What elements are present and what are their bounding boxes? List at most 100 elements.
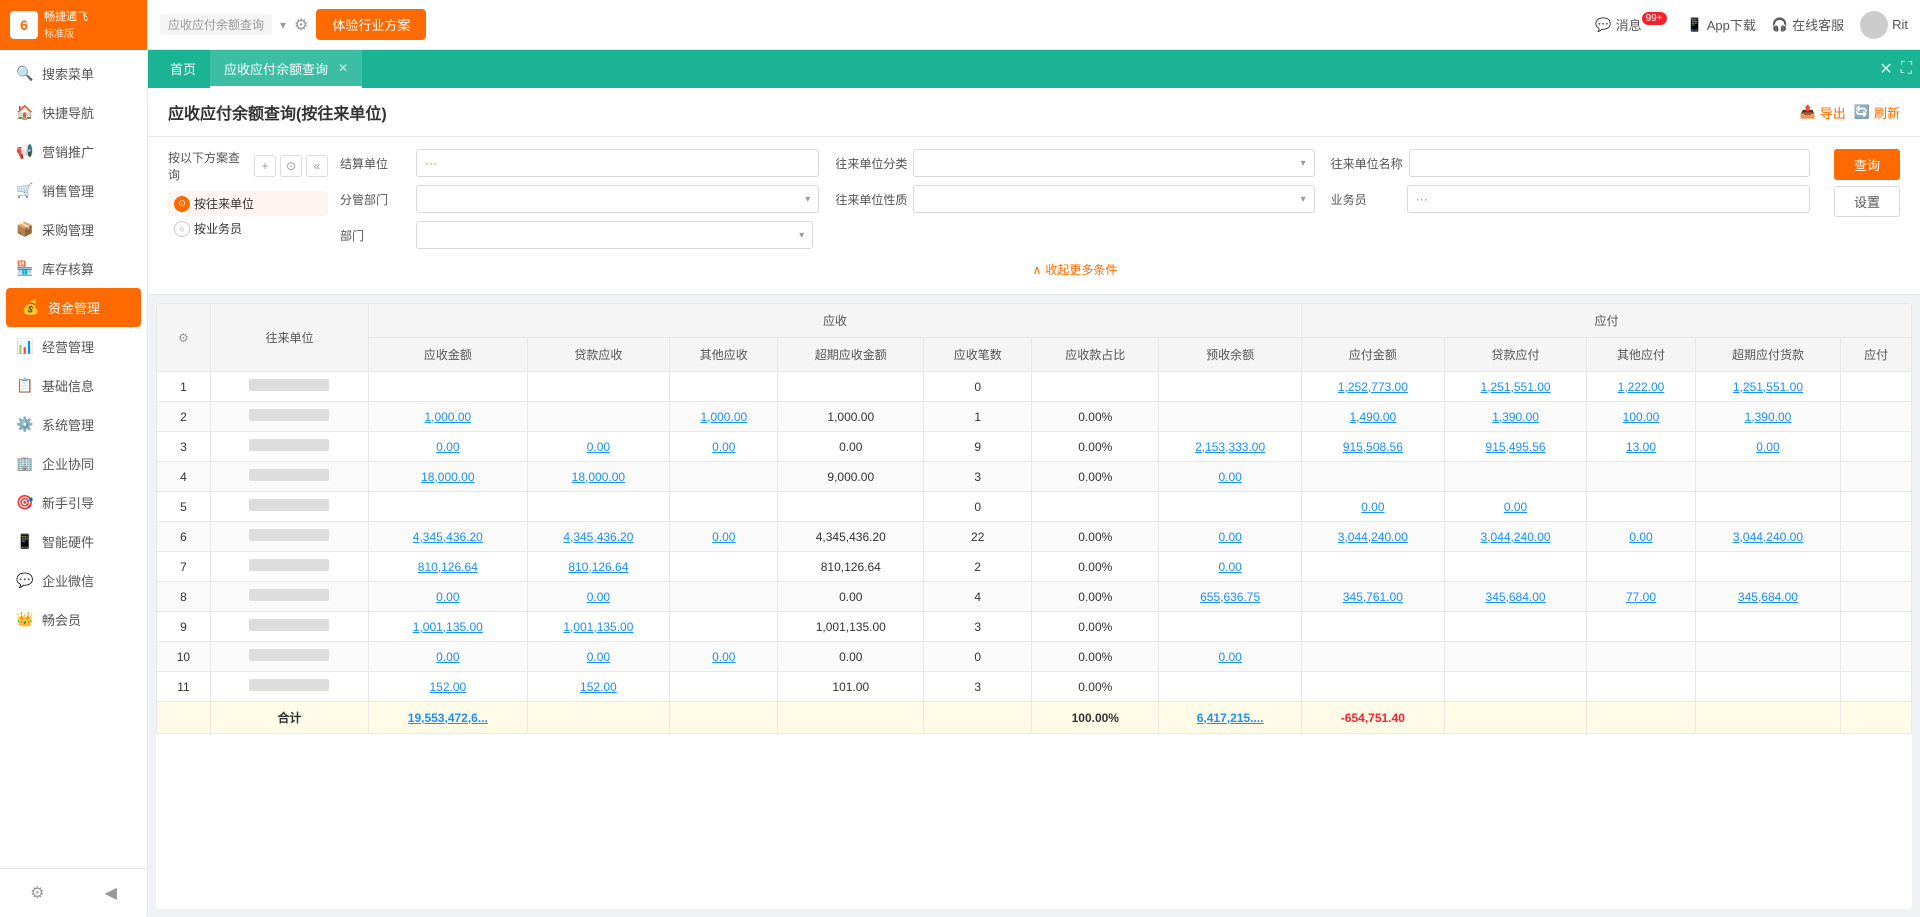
tabbar-close-btn[interactable]: ✕ bbox=[1879, 59, 1892, 79]
partner-nature-input[interactable]: ▾ bbox=[913, 185, 1314, 213]
salesperson-input[interactable]: ··· bbox=[1407, 185, 1810, 213]
sidebar-item-sales[interactable]: 🛒 销售管理 bbox=[0, 171, 147, 210]
scheme-add-btn[interactable]: + bbox=[254, 155, 276, 177]
th-overdue-ar: 超期应收金额 bbox=[778, 338, 924, 372]
sidebar-item-quick-nav[interactable]: 🏠 快捷导航 bbox=[0, 93, 147, 132]
sidebar-collapse-btn[interactable]: ◀ bbox=[95, 877, 127, 909]
page-actions: 📤 导出 🔄 刷新 bbox=[1800, 103, 1900, 122]
scheme-collapse-btn[interactable]: « bbox=[306, 155, 328, 177]
scheme-list: ⊙ 按往来单位 ○ 按业务员 bbox=[168, 191, 328, 241]
sales-icon: 🛒 bbox=[16, 182, 34, 200]
tabbar-right: ✕ ⛶ bbox=[1879, 50, 1912, 88]
dept-label: 部门 bbox=[340, 227, 410, 244]
sidebar-item-newbie[interactable]: 🎯 新手引导 bbox=[0, 483, 147, 522]
field-settlement-unit: 结算单位 ··· bbox=[340, 149, 819, 177]
corp-collab-icon: 🏢 bbox=[16, 455, 34, 473]
footer-ar-ratio: 100.00% bbox=[1032, 702, 1159, 734]
sidebar-item-purchase[interactable]: 📦 采购管理 bbox=[0, 210, 147, 249]
field-partner-category: 往来单位分类 ▾ bbox=[835, 149, 1314, 177]
message-icon: 💬 bbox=[1595, 17, 1611, 33]
tab-close-icon[interactable]: ✕ bbox=[338, 61, 348, 75]
sidebar-item-base-info[interactable]: 📋 基础信息 bbox=[0, 366, 147, 405]
topbar-user[interactable]: Rit bbox=[1860, 11, 1908, 39]
footer-overdue-ap bbox=[1695, 702, 1841, 734]
dept-manage-label: 分管部门 bbox=[340, 191, 410, 208]
logo-icon: 6 bbox=[10, 11, 38, 39]
topbar-app-download[interactable]: 📱 App下载 bbox=[1687, 15, 1756, 34]
partner-cell bbox=[210, 522, 368, 552]
partner-category-input[interactable]: ▾ bbox=[913, 149, 1314, 177]
dept-arrow: ▾ bbox=[799, 230, 804, 241]
topbar-message[interactable]: 💬 消息 99+ bbox=[1595, 15, 1670, 34]
settlement-unit-dots: ··· bbox=[425, 156, 437, 170]
app-download-icon: 📱 bbox=[1687, 17, 1703, 33]
sidebar-item-smart-hw[interactable]: 📱 智能硬件 bbox=[0, 522, 147, 561]
purchase-icon: 📦 bbox=[16, 221, 34, 239]
th-loan-ap: 贷款应付 bbox=[1444, 338, 1587, 372]
scheme-settings-btn[interactable]: ⊙ bbox=[280, 155, 302, 177]
scheme-buttons: + ⊙ « bbox=[254, 155, 328, 177]
sidebar-settings-btn[interactable]: ⚙ bbox=[20, 877, 54, 909]
partner-cell bbox=[210, 372, 368, 402]
th-other-ap: 其他应付 bbox=[1587, 338, 1695, 372]
salesperson-label: 业务员 bbox=[1331, 191, 1401, 208]
collapse-button[interactable]: ∧ 收起更多条件 bbox=[1033, 261, 1118, 278]
topbar-gear-icon[interactable]: ⚙ bbox=[294, 15, 308, 35]
tab-home-label: 首页 bbox=[170, 59, 196, 78]
tab-ar-query[interactable]: 应收应付余额查询 ✕ bbox=[210, 50, 362, 88]
partner-name-input[interactable] bbox=[1409, 149, 1810, 177]
partner-cell bbox=[210, 672, 368, 702]
sidebar-item-search-menu[interactable]: 🔍 搜索菜单 bbox=[0, 54, 147, 93]
scheme-item-partner[interactable]: ⊙ 按往来单位 bbox=[168, 191, 328, 216]
tabbar-expand-btn[interactable]: ⛶ bbox=[1901, 60, 1912, 78]
footer-empty bbox=[157, 702, 211, 734]
footer-other-ar bbox=[670, 702, 778, 734]
th-ap-amount: 应付金额 bbox=[1301, 338, 1444, 372]
field-partner-nature: 往来单位性质 ▾ bbox=[835, 185, 1314, 213]
sidebar-item-marketing[interactable]: 📢 营销推广 bbox=[0, 132, 147, 171]
footer-other-ap bbox=[1587, 702, 1695, 734]
settlement-unit-input[interactable]: ··· bbox=[416, 149, 819, 177]
tab-home[interactable]: 首页 bbox=[156, 50, 210, 88]
partner-name-label: 往来单位名称 bbox=[1331, 155, 1403, 172]
sidebar-item-corp-wechat[interactable]: 💬 企业微信 bbox=[0, 561, 147, 600]
page-title: 应收应付余额查询(按往来单位) bbox=[168, 100, 387, 124]
salesperson-dots: ··· bbox=[1416, 192, 1428, 206]
partner-cell bbox=[210, 462, 368, 492]
topbar: 应收应付余额查询 ▾ ⚙ 体验行业方案 💬 消息 99+ 📱 App下载 🎧 在… bbox=[148, 0, 1920, 50]
search-row-3: 部门 ▾ bbox=[340, 221, 1810, 249]
sidebar-item-operations[interactable]: 📊 经营管理 bbox=[0, 327, 147, 366]
partner-category-arrow: ▾ bbox=[1301, 158, 1306, 169]
search-left: 按以下方案查询 + ⊙ « ⊙ 按往来单位 ○ 按业务员 bbox=[168, 149, 328, 282]
topbar-service[interactable]: 🎧 在线客服 bbox=[1772, 15, 1844, 34]
refresh-button[interactable]: 🔄 刷新 bbox=[1854, 103, 1900, 122]
footer-ap-amount: -654,751.40 bbox=[1301, 702, 1444, 734]
search-row-2: 分管部门 ▾ 往来单位性质 ▾ 业务员 ··· bbox=[340, 185, 1810, 213]
sidebar-item-member[interactable]: 👑 畅会员 bbox=[0, 600, 147, 639]
sidebar-item-system[interactable]: ⚙️ 系统管理 bbox=[0, 405, 147, 444]
export-button[interactable]: 📤 导出 bbox=[1800, 103, 1846, 122]
topbar-right: 💬 消息 99+ 📱 App下载 🎧 在线客服 Rit bbox=[1595, 11, 1908, 39]
setting-button[interactable]: 设置 bbox=[1834, 186, 1900, 217]
search-form: 结算单位 ··· 往来单位分类 ▾ 往来单位名称 bbox=[340, 149, 1810, 282]
search-menu-icon: 🔍 bbox=[16, 65, 34, 83]
topbar-dropdown-arrow[interactable]: ▾ bbox=[280, 18, 286, 32]
th-ar-ratio: 应收款占比 bbox=[1032, 338, 1159, 372]
table-row: 21,000.001,000.001,000.0010.00%1,490.001… bbox=[157, 402, 1912, 432]
sidebar-item-inventory[interactable]: 🏪 库存核算 bbox=[0, 249, 147, 288]
th-settings-icon[interactable]: ⚙ bbox=[178, 331, 189, 345]
sidebar-item-corp-collab[interactable]: 🏢 企业协同 bbox=[0, 444, 147, 483]
topbar-plan-button[interactable]: 体验行业方案 bbox=[316, 9, 426, 40]
scheme-item-salesperson[interactable]: ○ 按业务员 bbox=[168, 216, 328, 241]
partner-category-label: 往来单位分类 bbox=[835, 155, 907, 172]
field-salesperson: 业务员 ··· bbox=[1331, 185, 1810, 213]
table-row: 80.000.000.0040.00%655,636.75345,761.003… bbox=[157, 582, 1912, 612]
query-button[interactable]: 查询 bbox=[1834, 149, 1900, 180]
table-row: 100.000.000.000.0000.00%0.00 bbox=[157, 642, 1912, 672]
dept-input[interactable]: ▾ bbox=[416, 221, 813, 249]
dept-manage-input[interactable]: ▾ bbox=[416, 185, 819, 213]
message-label: 消息 bbox=[1616, 15, 1642, 34]
sidebar-item-finance[interactable]: 💰 资金管理 bbox=[6, 288, 141, 327]
th-other-ar: 其他应收 bbox=[670, 338, 778, 372]
base-info-icon: 📋 bbox=[16, 377, 34, 395]
